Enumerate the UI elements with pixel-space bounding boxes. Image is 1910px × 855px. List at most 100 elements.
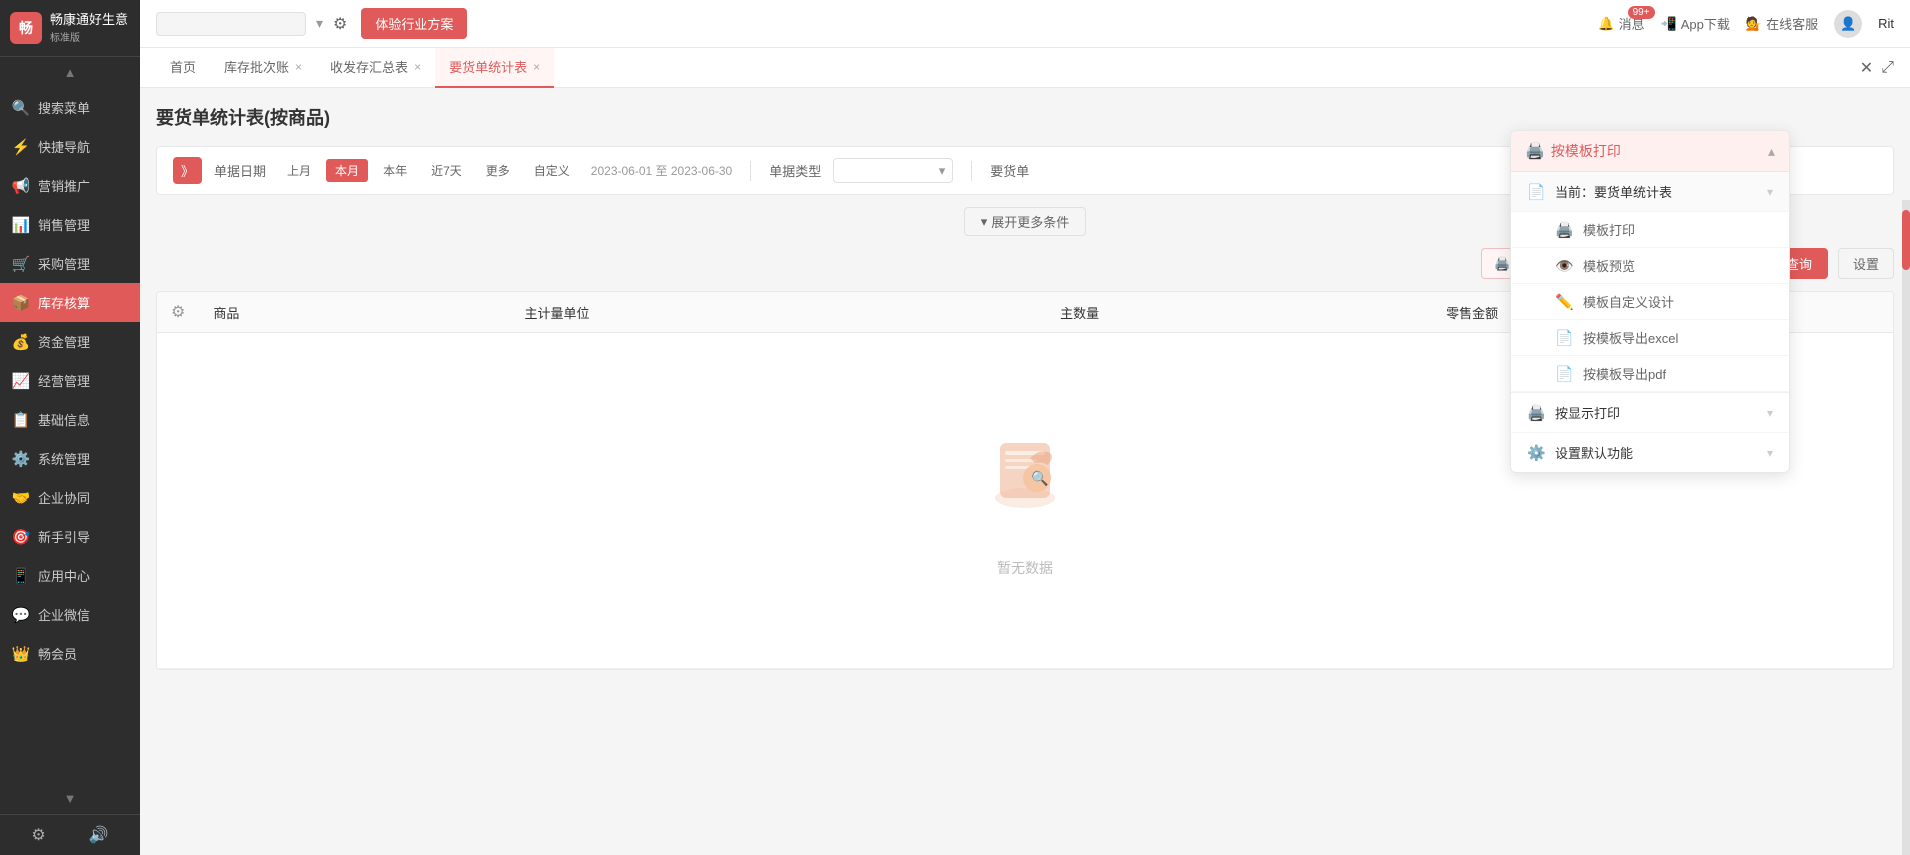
dropdown-item-template-design[interactable]: ✏️ 模板自定义设计 (1511, 284, 1789, 320)
dropdown-item-display-print[interactable]: 🖨️ 按显示打印 ▾ (1511, 393, 1789, 433)
sidebar-item-wechat[interactable]: 💬 企业微信 (0, 595, 140, 634)
inventory-icon: 📦 (12, 294, 30, 312)
right-scrollbar (1902, 200, 1910, 855)
main-area: ▾ ⚙ 体验行业方案 🔔 消息 99+ 📲 App下载 💁 在线客服 👤 Rit (140, 0, 1910, 855)
col-goods: 商品 (199, 292, 510, 333)
date-btn-this-year[interactable]: 本年 (374, 159, 416, 182)
settings-footer-icon[interactable]: ⚙ (31, 825, 45, 845)
default-func-icon: ⚙️ (1527, 444, 1545, 462)
sidebar-item-quick[interactable]: ⚡ 快捷导航 (0, 127, 140, 166)
tab-close-batch[interactable]: × (295, 60, 302, 74)
wechat-icon: 💬 (12, 606, 30, 624)
sidebar-footer: ⚙ 🔊 (0, 814, 140, 855)
date-btn-more[interactable]: 更多 (477, 159, 519, 182)
date-range-display: 2023-06-01 至 2023-06-30 (591, 162, 732, 179)
scrollbar-thumb (1902, 210, 1910, 270)
dropdown-item-template-excel[interactable]: 📄 按模板导出excel (1511, 320, 1789, 356)
app-download-btn[interactable]: 📲 App下载 (1661, 14, 1730, 33)
app-logo-icon: 畅 (10, 12, 42, 44)
tabbar: 首页 库存批次账 × 收发存汇总表 × 要货单统计表 × ✕ ⤢ (140, 48, 1910, 88)
chevron-down-icon: ▾ (981, 214, 988, 230)
operation-icon: 📈 (12, 372, 30, 390)
display-print-arrow: ▾ (1767, 406, 1773, 420)
settings-btn[interactable]: 设置 (1838, 248, 1894, 279)
type-select[interactable] (833, 158, 953, 183)
dropdown-current-template[interactable]: 📄 当前：要货单统计表 ▾ (1511, 172, 1789, 212)
app-subtitle: 标准版 (50, 29, 128, 44)
topbar-settings-icon[interactable]: ⚙ (333, 14, 347, 34)
order-status-label: 要货单 (990, 161, 1029, 180)
sidebar-item-sales[interactable]: 📊 销售管理 (0, 205, 140, 244)
template-print-icon: 🖨️ (1555, 221, 1573, 239)
bell-icon: 🔔 (1598, 16, 1614, 32)
sidebar-item-guide[interactable]: 🎯 新手引导 (0, 517, 140, 556)
tab-batch[interactable]: 库存批次账 × (210, 48, 316, 88)
dropdown-item-template-pdf[interactable]: 📄 按模板导出pdf (1511, 356, 1789, 392)
current-template-label: 当前：要货单统计表 (1555, 182, 1757, 201)
filter-expand-btn[interactable]: 》 (173, 157, 202, 184)
date-btn-custom[interactable]: 自定义 (525, 159, 579, 182)
dropdown-close-btn[interactable]: ▴ (1768, 143, 1775, 160)
sidebar-item-app[interactable]: 📱 应用中心 (0, 556, 140, 595)
sidebar-item-purchase[interactable]: 🛒 采购管理 (0, 244, 140, 283)
system-icon: ⚙️ (12, 450, 30, 468)
expand-more-btn[interactable]: ▾ 展开更多条件 (964, 207, 1087, 236)
tab-summary[interactable]: 收发存汇总表 × (316, 48, 435, 88)
table-settings-icon[interactable]: ⚙ (171, 304, 185, 321)
dropdown-item-template-preview[interactable]: 👁️ 模板预览 (1511, 248, 1789, 284)
dropdown-print-icon: 🖨️ (1525, 141, 1545, 161)
tabbar-actions: ✕ ⤢ (1860, 58, 1894, 78)
dropdown-item-template-print[interactable]: 🖨️ 模板打印 (1511, 212, 1789, 248)
tab-expand-btn[interactable]: ⤢ (1881, 59, 1894, 77)
date-btn-7days[interactable]: 近7天 (422, 159, 471, 182)
date-btn-last-month[interactable]: 上月 (278, 159, 320, 182)
type-select-wrap (833, 158, 953, 183)
avatar-icon: 👤 (1840, 16, 1856, 32)
scroll-down-btn[interactable]: ▼ (60, 787, 81, 810)
date-btn-this-month[interactable]: 本月 (326, 159, 368, 182)
template-design-icon: ✏️ (1555, 293, 1573, 311)
notification-badge: 99+ (1628, 6, 1655, 19)
tab-order-stat[interactable]: 要货单统计表 × (435, 48, 554, 88)
col-settings: ⚙ (157, 292, 199, 333)
filter-separator (750, 161, 751, 181)
sidebar: 畅 畅康通好生意 标准版 ▲ 🔍 搜索菜单 ⚡ 快捷导航 📢 营销推广 📊 销售… (0, 0, 140, 855)
current-template-icon: 📄 (1527, 183, 1545, 201)
sidebar-item-system[interactable]: ⚙️ 系统管理 (0, 439, 140, 478)
topbar-search-input[interactable] (156, 12, 306, 36)
sidebar-item-member[interactable]: 👑 畅会员 (0, 634, 140, 673)
tab-close-order-stat[interactable]: × (533, 60, 540, 74)
online-service-btn[interactable]: 💁 在线客服 (1746, 14, 1818, 33)
quick-icon: ⚡ (12, 138, 30, 156)
scroll-up-btn[interactable]: ▲ (60, 61, 81, 84)
purchase-icon: 🛒 (12, 255, 30, 273)
app-download-icon: 📲 (1661, 16, 1677, 32)
tab-close-all-btn[interactable]: ✕ (1860, 58, 1873, 78)
service-icon: 💁 (1746, 16, 1762, 32)
sidebar-item-collab[interactable]: 🤝 企业协同 (0, 478, 140, 517)
dropdown-header: 🖨️ 按模板打印 ▴ (1511, 131, 1789, 172)
tab-home[interactable]: 首页 (156, 48, 210, 88)
sidebar-item-search[interactable]: 🔍 搜索菜单 (0, 88, 140, 127)
trial-btn[interactable]: 体验行业方案 (361, 8, 467, 39)
notification-btn[interactable]: 🔔 消息 99+ (1598, 14, 1644, 33)
type-label: 单据类型 (769, 161, 821, 180)
page-title: 要货单统计表(按商品) (156, 104, 1894, 130)
topbar-right: 🔔 消息 99+ 📲 App下载 💁 在线客服 👤 Rit (1598, 10, 1894, 38)
sidebar-item-basic[interactable]: 📋 基础信息 (0, 400, 140, 439)
tab-close-summary[interactable]: × (414, 60, 421, 74)
sidebar-item-inventory[interactable]: 📦 库存核算 (0, 283, 140, 322)
sidebar-item-operation[interactable]: 📈 经营管理 (0, 361, 140, 400)
speaker-footer-icon[interactable]: 🔊 (89, 825, 109, 845)
user-avatar[interactable]: 👤 (1834, 10, 1862, 38)
topbar: ▾ ⚙ 体验行业方案 🔔 消息 99+ 📲 App下载 💁 在线客服 👤 Rit (140, 0, 1910, 48)
search-icon: 🔍 (12, 99, 30, 117)
dropdown-arrow-icon[interactable]: ▾ (316, 15, 323, 32)
display-print-icon: 🖨️ (1527, 404, 1545, 422)
marketing-icon: 📢 (12, 177, 30, 195)
template-preview-icon: 👁️ (1555, 257, 1573, 275)
sidebar-item-marketing[interactable]: 📢 营销推广 (0, 166, 140, 205)
sidebar-item-finance[interactable]: 💰 资金管理 (0, 322, 140, 361)
sidebar-logo: 畅 畅康通好生意 标准版 (0, 0, 140, 57)
dropdown-item-default-func[interactable]: ⚙️ 设置默认功能 ▾ (1511, 433, 1789, 472)
